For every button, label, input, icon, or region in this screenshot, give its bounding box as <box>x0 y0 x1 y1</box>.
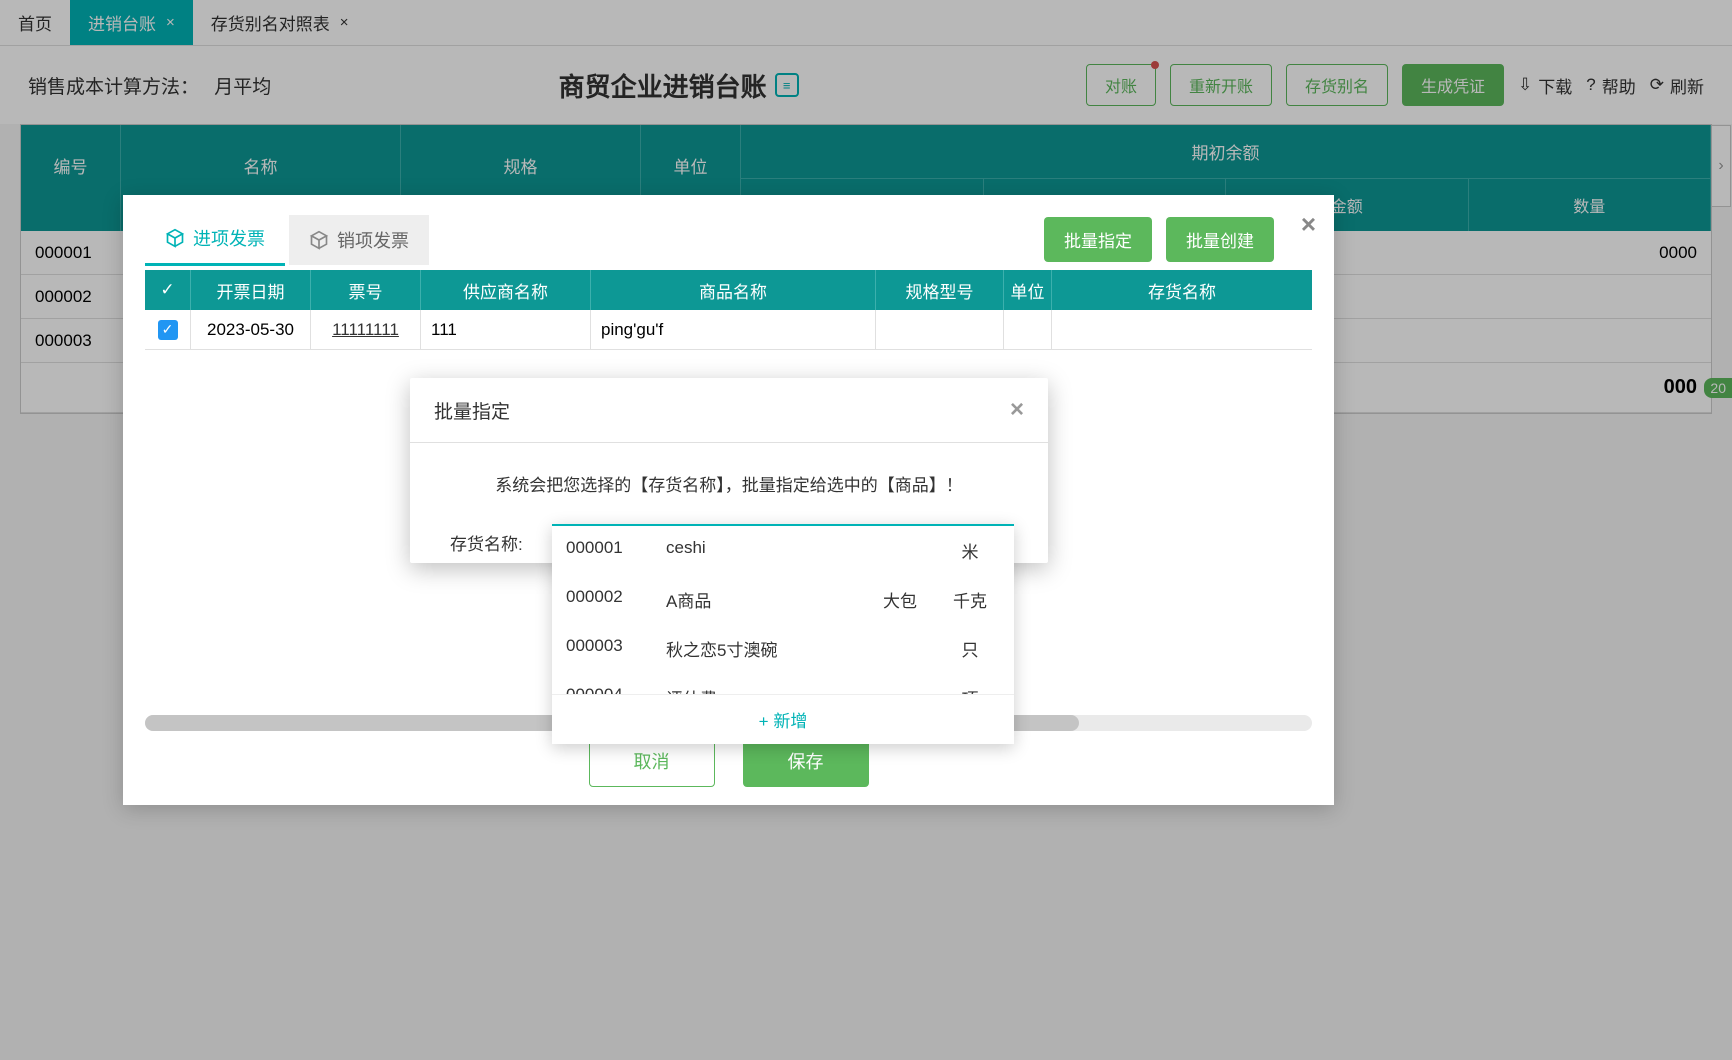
opt-code: 000001 <box>566 538 666 563</box>
invoice-number-link[interactable]: 11111111 <box>332 320 399 340</box>
close-icon[interactable]: × <box>1301 209 1316 240</box>
opt-spec <box>860 538 940 563</box>
cell-unit <box>1004 310 1052 349</box>
opt-unit: 只 <box>940 636 1000 661</box>
invoice-row[interactable]: ✓ 2023-05-30 11111111 111 ping'gu'f <box>145 310 1312 350</box>
opt-spec <box>860 636 940 661</box>
cell-date: 2023-05-30 <box>191 310 311 349</box>
add-new-button[interactable]: + 新增 <box>552 694 1014 744</box>
panel-actions: 批量指定 批量创建 <box>1044 217 1274 262</box>
checkbox-checked-icon[interactable]: ✓ <box>158 320 178 340</box>
col-number: 票号 <box>311 270 421 310</box>
opt-code: 000002 <box>566 587 666 612</box>
cell-product: ping'gu'f <box>591 310 876 349</box>
modal-header: 批量指定 × <box>410 378 1048 443</box>
opt-name: A商品 <box>666 587 860 612</box>
modal-title: 批量指定 <box>434 397 510 424</box>
col-check[interactable]: ✓ <box>145 270 191 310</box>
modal-message: 系统会把您选择的【存货名称】，批量指定给选中的【商品】！ <box>450 471 1008 496</box>
col-stock: 存货名称 <box>1052 270 1312 310</box>
dropdown-option[interactable]: 000001 ceshi 米 <box>552 526 1014 575</box>
tab-input-invoice[interactable]: 进项发票 <box>145 213 285 266</box>
col-spec2: 规格型号 <box>876 270 1004 310</box>
dropdown-option[interactable]: 000002 A商品 大包 千克 <box>552 575 1014 624</box>
batch-assign-button[interactable]: 批量指定 <box>1044 217 1152 262</box>
cell-supplier: 111 <box>421 310 591 349</box>
opt-spec <box>860 685 940 694</box>
opt-code: 000004 <box>566 685 666 694</box>
dropdown-list[interactable]: 000001 ceshi 米 000002 A商品 大包 千克 000003 秋… <box>552 526 1014 694</box>
invoice-table-header: ✓ 开票日期 票号 供应商名称 商品名称 规格型号 单位 存货名称 <box>145 270 1312 310</box>
tab-input-label: 进项发票 <box>193 225 265 251</box>
opt-spec: 大包 <box>860 587 940 612</box>
stock-dropdown: 000001 ceshi 米 000002 A商品 大包 千克 000003 秋… <box>552 524 1014 744</box>
close-icon[interactable]: × <box>1010 396 1024 424</box>
col-unit2: 单位 <box>1004 270 1052 310</box>
opt-unit: 米 <box>940 538 1000 563</box>
opt-name: 秋之恋5寸澳碗 <box>666 636 860 661</box>
cell-stock-input[interactable] <box>1052 310 1312 349</box>
opt-unit: 千克 <box>940 587 1000 612</box>
cell-spec <box>876 310 1004 349</box>
col-date: 开票日期 <box>191 270 311 310</box>
opt-name: ceshi <box>666 538 860 563</box>
tab-output-label: 销项发票 <box>337 227 409 253</box>
col-product: 商品名称 <box>591 270 876 310</box>
batch-create-button[interactable]: 批量创建 <box>1166 217 1274 262</box>
cube-icon <box>309 230 329 250</box>
opt-name: 评估费 <box>666 685 860 694</box>
invoice-table: ✓ 开票日期 票号 供应商名称 商品名称 规格型号 单位 存货名称 ✓ 2023… <box>145 270 1312 350</box>
dropdown-option[interactable]: 000003 秋之恋5寸澳碗 只 <box>552 624 1014 673</box>
opt-code: 000003 <box>566 636 666 661</box>
col-supplier: 供应商名称 <box>421 270 591 310</box>
dropdown-option[interactable]: 000004 评估费 项 <box>552 673 1014 694</box>
cube-icon <box>165 228 185 248</box>
opt-unit: 项 <box>940 685 1000 694</box>
tab-output-invoice[interactable]: 销项发票 <box>289 215 429 265</box>
